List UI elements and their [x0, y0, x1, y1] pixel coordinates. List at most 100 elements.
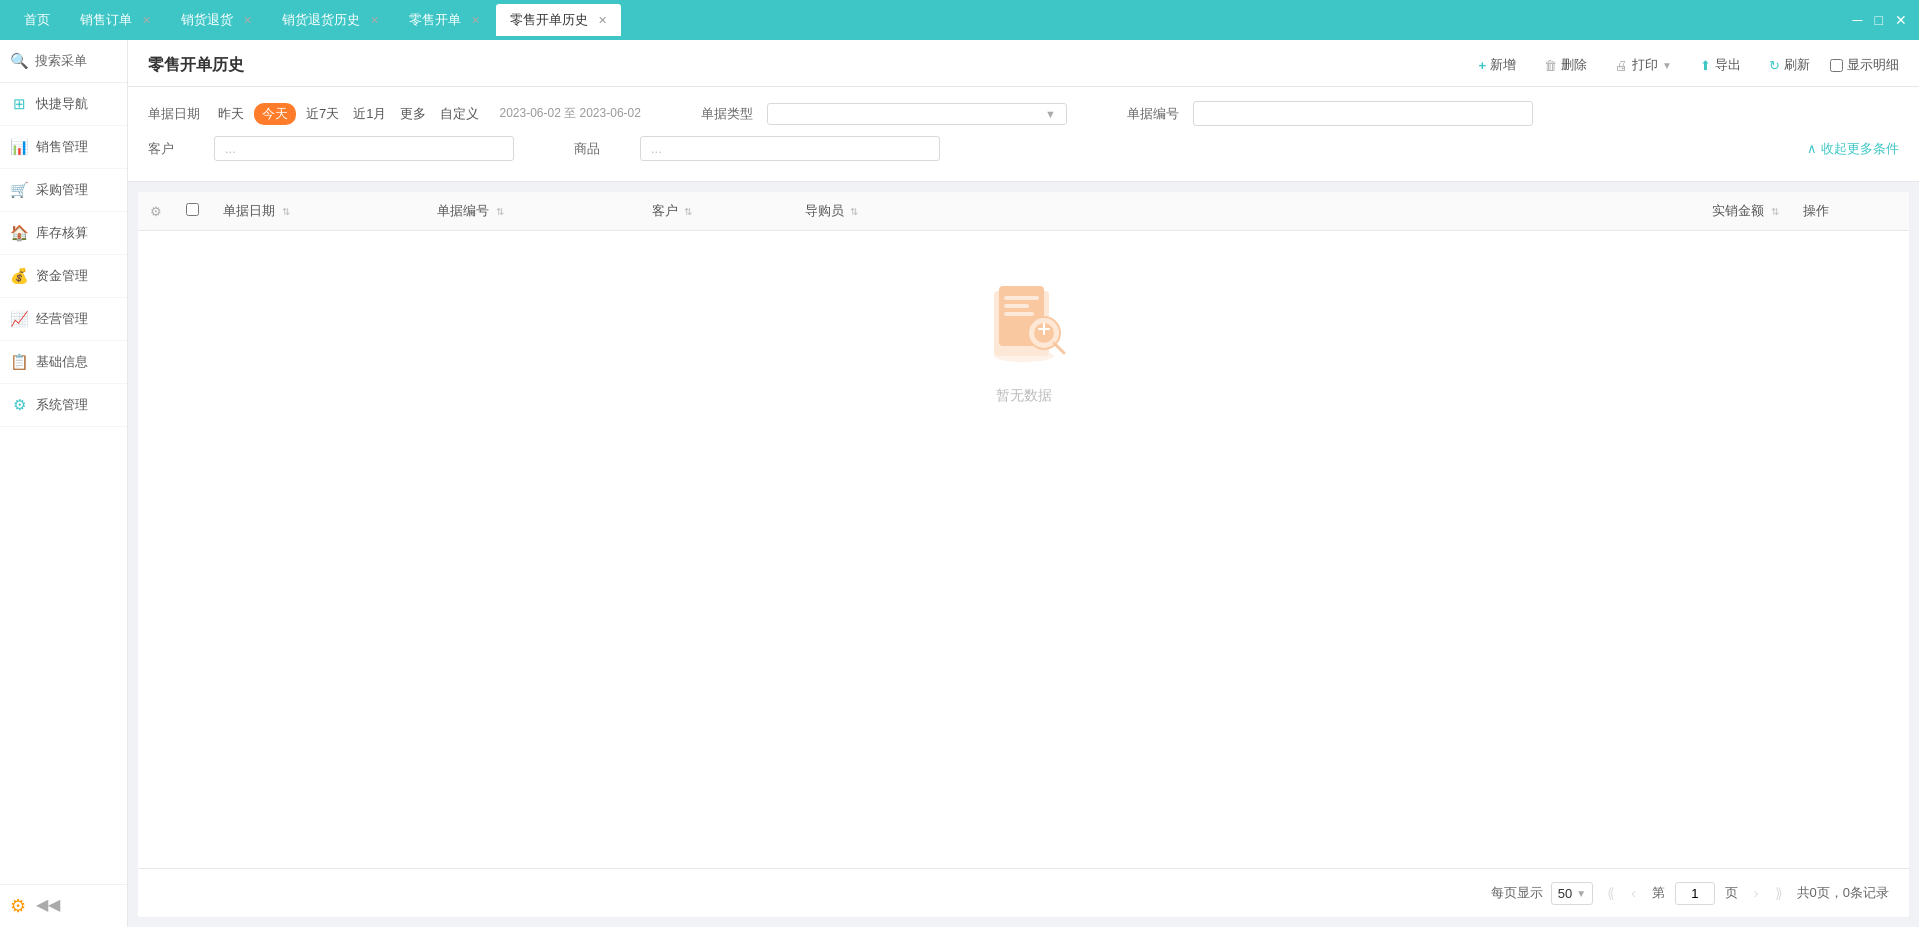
sidebar-search-label: 搜索采单 [35, 52, 87, 70]
sidebar-item-basic[interactable]: 📋 基础信息 [0, 341, 127, 384]
empty-icon [974, 271, 1074, 371]
delete-label: 删除 [1561, 56, 1587, 74]
page-size-select[interactable]: 50 ▼ [1551, 882, 1593, 905]
sidebar-item-operation[interactable]: 📈 经营管理 [0, 298, 127, 341]
page-size-value: 50 [1558, 886, 1572, 901]
date-1month[interactable]: 近1月 [349, 103, 390, 125]
svg-rect-5 [1004, 312, 1034, 316]
sidebar-item-system[interactable]: ⚙ 系统管理 [0, 384, 127, 427]
basic-icon: 📋 [10, 353, 28, 371]
sidebar-settings-icon[interactable]: ⚙ [10, 895, 26, 917]
finance-icon: 💰 [10, 267, 28, 285]
tab-retail-open[interactable]: 零售开单 ✕ [395, 4, 494, 36]
empty-text: 暂无数据 [996, 387, 1052, 405]
sidebar-item-system-label: 系统管理 [36, 396, 88, 414]
show-detail-checkbox[interactable] [1830, 59, 1843, 72]
collapse-button[interactable]: ∧ 收起更多条件 [1807, 140, 1899, 158]
page-header: 零售开单历史 + 新增 🗑 删除 🖨 打印 ▼ ⬆ 导出 [128, 40, 1919, 87]
export-button[interactable]: ⬆ 导出 [1692, 52, 1749, 78]
type-label: 单据类型 [701, 105, 757, 123]
page-total: 共0页，0条记录 [1797, 884, 1889, 902]
col-number-label: 单据编号 [437, 203, 489, 218]
page-next-icon[interactable]: › [1748, 882, 1765, 904]
sidebar-collapse-icon[interactable]: ◀◀ [36, 895, 60, 917]
col-guide-sort[interactable]: ⇅ [850, 206, 858, 217]
window-minimize-icon[interactable]: ─ [1851, 10, 1865, 30]
sidebar-item-finance-label: 资金管理 [36, 267, 88, 285]
tab-retail-history-close[interactable]: ✕ [598, 14, 607, 27]
date-today[interactable]: 今天 [254, 103, 296, 125]
customer-select[interactable]: ... [214, 136, 514, 161]
col-date-sort[interactable]: ⇅ [282, 206, 290, 217]
inventory-icon: 🏠 [10, 224, 28, 242]
col-amount-sort[interactable]: ⇅ [1771, 206, 1779, 217]
page-last-icon[interactable]: ⟫ [1769, 882, 1789, 904]
svg-rect-3 [1004, 296, 1039, 300]
sidebar-item-inventory[interactable]: 🏠 库存核算 [0, 212, 127, 255]
col-action: 操作 [1791, 192, 1909, 231]
tab-sales-order-close[interactable]: ✕ [142, 14, 151, 27]
page-number-input[interactable] [1675, 882, 1715, 905]
refresh-icon: ↻ [1769, 58, 1780, 73]
sidebar-item-sales-label: 销售管理 [36, 138, 88, 156]
col-customer-label: 客户 [652, 203, 678, 218]
table-checkbox-th [174, 192, 211, 231]
sales-icon: 📊 [10, 138, 28, 156]
page-first-icon[interactable]: ⟪ [1601, 882, 1621, 904]
delete-button[interactable]: 🗑 删除 [1536, 52, 1595, 78]
tab-retail-open-label: 零售开单 [409, 11, 461, 29]
col-guide: 导购员 ⇅ [793, 192, 977, 231]
collapse-label: 收起更多条件 [1821, 140, 1899, 158]
search-icon: 🔍 [10, 52, 29, 70]
delete-icon: 🗑 [1544, 58, 1557, 73]
add-button[interactable]: + 新增 [1471, 52, 1525, 78]
data-table: ⚙ 单据日期 ⇅ 单据编号 ⇅ [138, 192, 1909, 231]
window-maximize-icon[interactable]: □ [1873, 10, 1885, 30]
window-close-icon[interactable]: ✕ [1893, 10, 1909, 30]
tab-sales-return-history-close[interactable]: ✕ [370, 14, 379, 27]
col-amount: 实销金额 ⇅ [1576, 192, 1790, 231]
sidebar-item-finance[interactable]: 💰 资金管理 [0, 255, 127, 298]
tab-retail-history-label: 零售开单历史 [510, 11, 588, 29]
sidebar-item-purchase[interactable]: 🛒 采购管理 [0, 169, 127, 212]
system-icon: ⚙ [10, 396, 28, 414]
goods-select[interactable]: ... [640, 136, 940, 161]
page-prev-icon[interactable]: ‹ [1625, 882, 1642, 904]
show-detail-toggle[interactable]: 显示明细 [1830, 56, 1899, 74]
tab-sales-return-close[interactable]: ✕ [243, 14, 252, 27]
sidebar: 🔍 搜索采单 ⊞ 快捷导航 📊 销售管理 🛒 采购管理 🏠 库存核算 💰 资金管… [0, 40, 128, 927]
number-input[interactable] [1193, 101, 1533, 126]
refresh-button[interactable]: ↻ 刷新 [1761, 52, 1818, 78]
tab-sales-return-history[interactable]: 销货退货历史 ✕ [268, 4, 393, 36]
sidebar-item-sales[interactable]: 📊 销售管理 [0, 126, 127, 169]
print-dropdown-icon: ▼ [1662, 60, 1672, 71]
select-all-checkbox[interactable] [186, 203, 199, 216]
date-7days[interactable]: 近7天 [302, 103, 343, 125]
col-customer: 客户 ⇅ [640, 192, 793, 231]
tab-sales-order-label: 销售订单 [80, 11, 132, 29]
tab-home[interactable]: 首页 [10, 4, 64, 36]
col-date: 单据日期 ⇅ [211, 192, 425, 231]
table-gear-icon[interactable]: ⚙ [150, 204, 162, 219]
col-customer-sort[interactable]: ⇅ [684, 206, 692, 217]
refresh-label: 刷新 [1784, 56, 1810, 74]
page-actions: + 新增 🗑 删除 🖨 打印 ▼ ⬆ 导出 ↻ 刷新 [1471, 52, 1900, 78]
table-settings-th: ⚙ [138, 192, 174, 231]
filter-area: 单据日期 昨天 今天 近7天 近1月 更多 自定义 2023-06-02 至 2… [128, 87, 1919, 182]
page-label: 第 [1646, 881, 1671, 905]
col-number-sort[interactable]: ⇅ [496, 206, 504, 217]
sidebar-search[interactable]: 🔍 搜索采单 [0, 40, 127, 83]
tab-retail-open-close[interactable]: ✕ [471, 14, 480, 27]
date-custom[interactable]: 自定义 [436, 103, 483, 125]
tab-sales-order[interactable]: 销售订单 ✕ [66, 4, 165, 36]
tab-retail-history[interactable]: 零售开单历史 ✕ [496, 4, 621, 36]
type-select[interactable]: ▼ [767, 103, 1067, 125]
add-label: 新增 [1490, 56, 1516, 74]
date-more[interactable]: 更多 [396, 103, 430, 125]
export-label: 导出 [1715, 56, 1741, 74]
print-icon: 🖨 [1615, 58, 1628, 73]
print-button[interactable]: 🖨 打印 ▼ [1607, 52, 1680, 78]
sidebar-item-quick-nav[interactable]: ⊞ 快捷导航 [0, 83, 127, 126]
date-yesterday[interactable]: 昨天 [214, 103, 248, 125]
tab-sales-return[interactable]: 销货退货 ✕ [167, 4, 266, 36]
